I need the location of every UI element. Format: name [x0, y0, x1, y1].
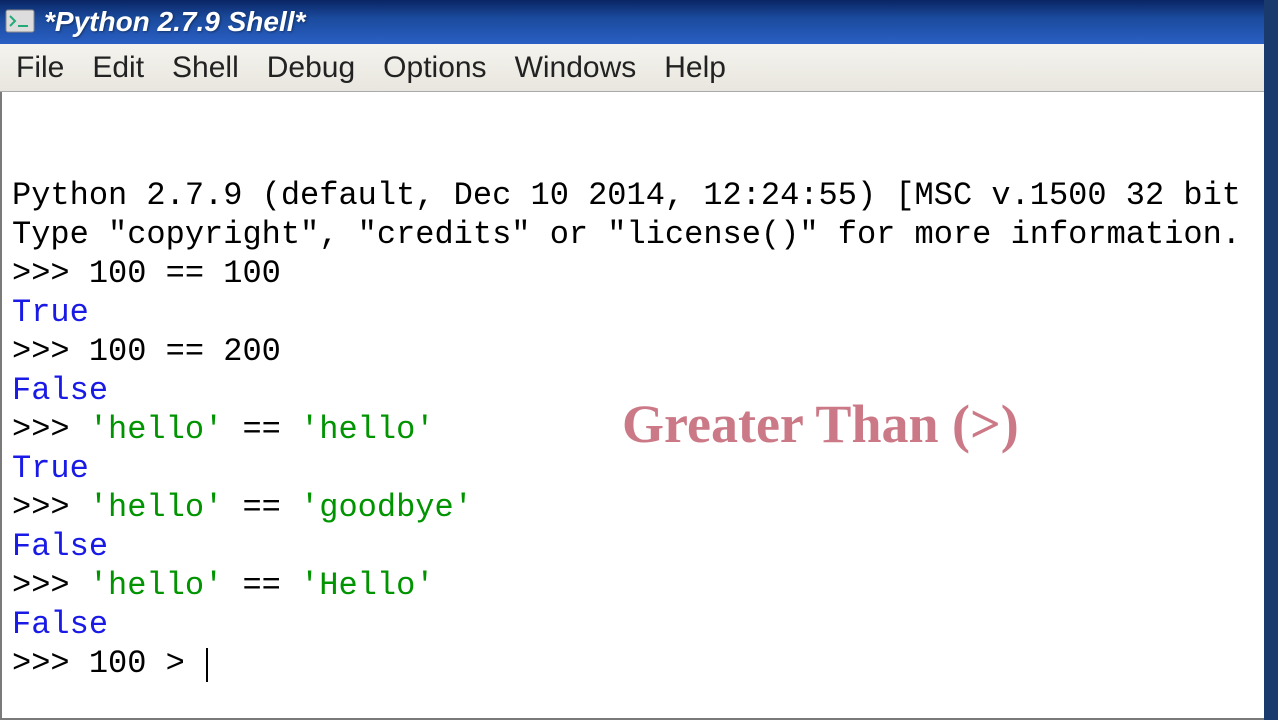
shell-output: False	[12, 528, 108, 565]
shell-output: False	[12, 606, 108, 643]
menu-edit[interactable]: Edit	[82, 49, 154, 87]
menu-shell[interactable]: Shell	[162, 49, 249, 87]
shell-input: 100 == 200	[89, 333, 281, 370]
shell-input: ==	[223, 489, 300, 526]
shell-output: True	[12, 450, 89, 487]
shell-input: 'Hello'	[300, 567, 434, 604]
shell-line: False	[12, 605, 1266, 644]
shell-line: True	[12, 293, 1266, 332]
menu-windows[interactable]: Windows	[505, 49, 647, 87]
shell-line: False	[12, 527, 1266, 566]
menu-debug[interactable]: Debug	[257, 49, 365, 87]
shell-input: 100 >	[89, 645, 204, 682]
menu-help[interactable]: Help	[654, 49, 736, 87]
shell-input: 'hello'	[89, 489, 223, 526]
shell-input: 'hello'	[89, 567, 223, 604]
python-idle-icon	[4, 6, 36, 38]
shell-line: >>> 'hello' == 'goodbye'	[12, 488, 1266, 527]
shell-prompt: >>>	[12, 333, 89, 370]
shell-prompt: >>>	[12, 567, 89, 604]
shell-banner-line: Python 2.7.9 (default, Dec 10 2014, 12:2…	[12, 176, 1266, 215]
shell-line: >>> 100 >	[12, 644, 1266, 683]
shell-output: False	[12, 372, 108, 409]
shell-input: ==	[223, 411, 300, 448]
shell-input: 'hello'	[300, 411, 434, 448]
shell-line: >>> 100 == 100	[12, 254, 1266, 293]
shell-prompt: >>>	[12, 411, 89, 448]
right-window-edge	[1264, 0, 1278, 720]
menu-options[interactable]: Options	[373, 49, 496, 87]
shell-text-area[interactable]: Python 2.7.9 (default, Dec 10 2014, 12:2…	[0, 92, 1278, 720]
menu-bar: File Edit Shell Debug Options Windows He…	[0, 44, 1278, 92]
shell-line: >>> 100 == 200	[12, 332, 1266, 371]
shell-banner-line: Type "copyright", "credits" or "license(…	[12, 215, 1266, 254]
shell-line: >>> 'hello' == 'Hello'	[12, 566, 1266, 605]
shell-prompt: >>>	[12, 645, 89, 682]
shell-prompt: >>>	[12, 489, 89, 526]
title-bar: *Python 2.7.9 Shell*	[0, 0, 1278, 44]
shell-input: ==	[223, 567, 300, 604]
shell-input: 'hello'	[89, 411, 223, 448]
shell-input: 'goodbye'	[300, 489, 473, 526]
menu-file[interactable]: File	[6, 49, 74, 87]
shell-input: 100 == 100	[89, 255, 281, 292]
text-cursor	[206, 648, 208, 682]
video-annotation-overlay: Greater Than (>)	[622, 392, 1019, 458]
shell-prompt: >>>	[12, 255, 89, 292]
shell-output: True	[12, 294, 89, 331]
window-title: *Python 2.7.9 Shell*	[44, 6, 305, 38]
